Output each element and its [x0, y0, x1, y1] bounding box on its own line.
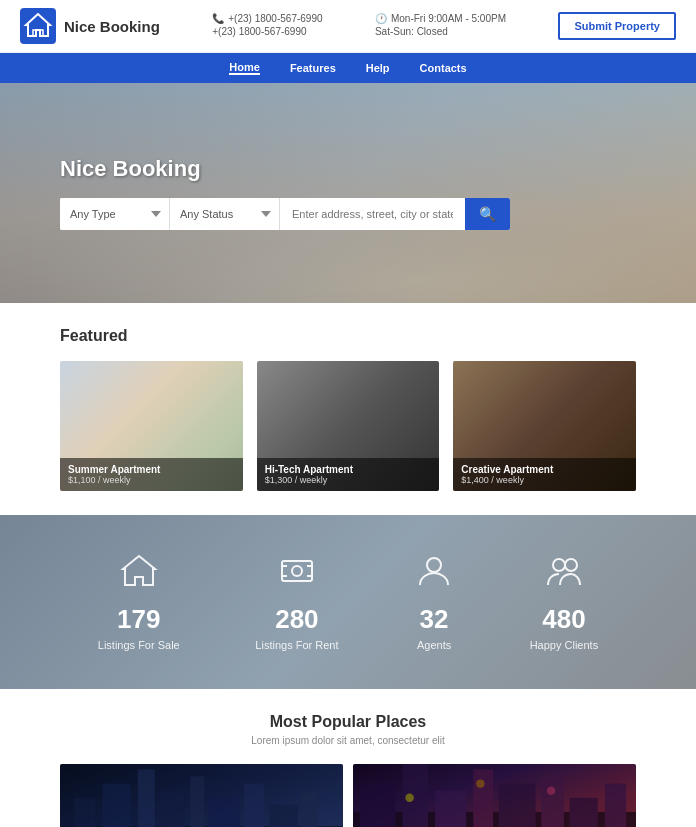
stat-listings-rent: 280 Listings For Rent	[255, 551, 338, 653]
hours-label: Mon-Fri 9:00AM - 5:00PM	[391, 13, 506, 24]
property-info-1: Hi-Tech Apartment $1,300 / weekly	[257, 458, 440, 491]
svg-point-9	[565, 559, 577, 571]
phone1: +(23) 1800-567-6990	[228, 13, 322, 24]
nav-help[interactable]: Help	[366, 62, 390, 74]
stats-section: 179 Listings For Sale 280 Listings For R…	[0, 515, 696, 689]
type-select[interactable]: Any Type House Apartment Studio	[60, 198, 170, 230]
svg-point-7	[427, 558, 441, 572]
hero-section: Nice Booking Any Type House Apartment St…	[0, 83, 696, 303]
place-card-lasvegas[interactable]: Las Vegas 4 Properties	[353, 764, 636, 827]
search-button[interactable]: 🔍	[465, 198, 510, 230]
property-price-0: $1,100 / weekly	[68, 475, 235, 485]
property-name-1: Hi-Tech Apartment	[265, 464, 432, 475]
svg-rect-1	[282, 561, 312, 581]
popular-places-subtitle: Lorem ipsum dolor sit amet, consectetur …	[60, 735, 636, 746]
popular-places-section: Most Popular Places Lorem ipsum dolor si…	[0, 689, 696, 827]
property-price-1: $1,300 / weekly	[265, 475, 432, 485]
property-card-2[interactable]: Creative Apartment $1,400 / weekly	[453, 361, 636, 491]
stat-label-sale: Listings For Sale	[98, 639, 180, 651]
stat-clients: 480 Happy Clients	[530, 551, 598, 653]
submit-property-button[interactable]: Submit Property	[558, 12, 676, 40]
home-icon	[98, 551, 180, 598]
contact-info: 📞 +(23) 1800-567-6990 +(23) 1800-567-699…	[212, 13, 322, 39]
agent-icon	[414, 551, 454, 598]
featured-section: Featured Summer Apartment $1,100 / weekl…	[0, 303, 696, 515]
address-input[interactable]	[280, 198, 465, 230]
property-price-2: $1,400 / weekly	[461, 475, 628, 485]
svg-point-8	[553, 559, 565, 571]
property-card-0[interactable]: Summer Apartment $1,100 / weekly	[60, 361, 243, 491]
stat-label-clients: Happy Clients	[530, 639, 598, 651]
property-cards: Summer Apartment $1,100 / weekly Hi-Tech…	[60, 361, 636, 491]
clients-icon	[530, 551, 598, 598]
property-name-0: Summer Apartment	[68, 464, 235, 475]
popular-places-title: Most Popular Places	[60, 713, 636, 731]
nav-contacts[interactable]: Contacts	[420, 62, 467, 74]
search-icon: 🔍	[479, 206, 496, 222]
nav-features[interactable]: Features	[290, 62, 336, 74]
phone-icon: 📞	[212, 13, 224, 24]
stat-label-agents: Agents	[417, 639, 451, 651]
header: Nice Booking 📞 +(23) 1800-567-6990 +(23)…	[0, 0, 696, 53]
stat-agents: 32 Agents	[414, 551, 454, 653]
status-select[interactable]: Any Status For Sale For Rent	[170, 198, 280, 230]
hero-content: Nice Booking Any Type House Apartment St…	[60, 156, 510, 230]
sat-sun-label: Sat-Sun: Closed	[375, 26, 448, 37]
property-card-1[interactable]: Hi-Tech Apartment $1,300 / weekly	[257, 361, 440, 491]
stat-number-sale: 179	[98, 604, 180, 635]
stat-number-rent: 280	[255, 604, 338, 635]
place-card-newyork[interactable]: New York 3 Properties	[60, 764, 343, 827]
logo[interactable]: Nice Booking	[20, 8, 160, 44]
phone2-label: +(23) 1800-567-6990	[212, 26, 306, 37]
svg-point-2	[292, 566, 302, 576]
logo-icon	[20, 8, 56, 44]
stats-row: 179 Listings For Sale 280 Listings For R…	[60, 551, 636, 653]
logo-label: Nice Booking	[64, 18, 160, 35]
clock-icon: 🕐	[375, 13, 387, 24]
main-nav: Home Features Help Contacts	[0, 53, 696, 83]
search-bar: Any Type House Apartment Studio Any Stat…	[60, 198, 510, 230]
property-info-0: Summer Apartment $1,100 / weekly	[60, 458, 243, 491]
places-grid-top: New York 3 Properties	[60, 764, 636, 827]
hero-title: Nice Booking	[60, 156, 510, 182]
newyork-overlay	[60, 764, 343, 827]
stat-number-agents: 32	[414, 604, 454, 635]
property-info-2: Creative Apartment $1,400 / weekly	[453, 458, 636, 491]
featured-title: Featured	[60, 327, 636, 345]
stat-number-clients: 480	[530, 604, 598, 635]
lasvegas-overlay	[353, 764, 636, 827]
stat-listings-sale: 179 Listings For Sale	[98, 551, 180, 653]
stat-label-rent: Listings For Rent	[255, 639, 338, 651]
hours-info: 🕐 Mon-Fri 9:00AM - 5:00PM Sat-Sun: Close…	[375, 13, 506, 39]
property-name-2: Creative Apartment	[461, 464, 628, 475]
money-icon	[255, 551, 338, 598]
nav-home[interactable]: Home	[229, 61, 260, 75]
